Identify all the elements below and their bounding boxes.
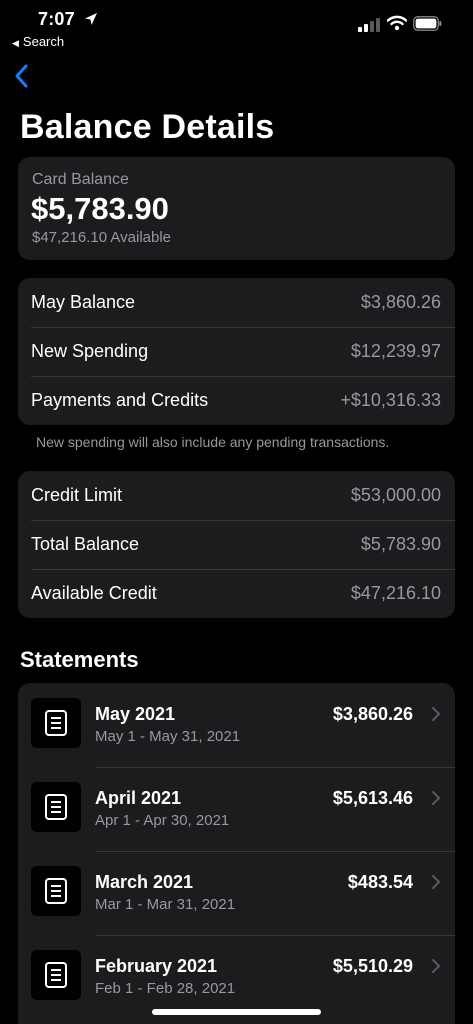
summary-row-payments-credits: Payments and Credits +$10,316.33 [18, 376, 455, 425]
credit-summary-list: Credit Limit $53,000.00 Total Balance $5… [18, 471, 455, 618]
back-to-app-link[interactable]: ◀ Search [12, 34, 64, 49]
back-chevron-icon[interactable] [12, 62, 32, 90]
battery-icon [413, 16, 442, 31]
available-amount: $47,216.10 Available [32, 229, 172, 246]
row-value: +$10,316.33 [340, 390, 441, 410]
balance-summary-list: May Balance $3,860.26 New Spending $12,2… [18, 278, 455, 425]
statement-document-icon [31, 950, 81, 1000]
row-value: $3,860.26 [360, 292, 441, 312]
statement-month: March 2021 [95, 872, 194, 892]
statement-month: May 2021 [95, 704, 176, 724]
statement-amount: $483.54 [347, 872, 413, 892]
statement-date-range: Apr 1 - Apr 30, 2021 [95, 812, 230, 829]
statement-amount: $5,510.29 [332, 956, 413, 976]
statement-amount: $5,613.46 [332, 788, 413, 808]
chevron-right-icon [432, 875, 440, 889]
row-label: Total Balance [31, 534, 140, 554]
cellular-signal-icon [358, 18, 380, 32]
credit-row-available: Available Credit $47,216.10 [18, 569, 455, 618]
statement-date-range: Feb 1 - Feb 28, 2021 [95, 980, 236, 997]
row-value: $47,216.10 [350, 583, 441, 603]
wifi-icon [387, 15, 407, 31]
row-label: New Spending [31, 341, 149, 361]
statement-amount: $3,860.26 [332, 704, 413, 724]
summary-row-new-spending: New Spending $12,239.97 [18, 327, 455, 376]
location-arrow-icon [85, 13, 97, 25]
home-indicator[interactable] [152, 1009, 321, 1015]
statements-list: May 2021 May 1 - May 31, 2021 $3,860.26 … [18, 683, 455, 1024]
statement-row-march-2021[interactable]: March 2021 Mar 1 - Mar 31, 2021 $483.54 [18, 851, 455, 935]
statement-month: April 2021 [95, 788, 182, 808]
card-balance-panel: Card Balance $5,783.90 $47,216.10 Availa… [18, 157, 455, 260]
row-label: May Balance [31, 292, 136, 312]
page-title: Balance Details [20, 108, 275, 146]
statement-month: February 2021 [95, 956, 218, 976]
back-app-label: Search [22, 34, 65, 49]
back-triangle-icon: ◀ [12, 38, 19, 48]
statement-row-may-2021[interactable]: May 2021 May 1 - May 31, 2021 $3,860.26 [18, 683, 455, 767]
status-bar: 7:07 ◀ Search [0, 0, 473, 56]
credit-row-total-balance: Total Balance $5,783.90 [18, 520, 455, 569]
credit-row-limit: Credit Limit $53,000.00 [18, 471, 455, 520]
statement-date-range: Mar 1 - Mar 31, 2021 [95, 896, 236, 913]
chevron-right-icon [432, 707, 440, 721]
chevron-right-icon [432, 791, 440, 805]
statement-date-range: May 1 - May 31, 2021 [95, 728, 241, 745]
row-value: $5,783.90 [360, 534, 441, 554]
status-time: 7:07 [38, 9, 75, 29]
pending-footnote: New spending will also include any pendi… [36, 434, 390, 450]
statement-document-icon [31, 866, 81, 916]
chevron-right-icon [432, 959, 440, 973]
statement-row-april-2021[interactable]: April 2021 Apr 1 - Apr 30, 2021 $5,613.4… [18, 767, 455, 851]
card-balance-amount: $5,783.90 [31, 191, 169, 226]
row-value: $12,239.97 [350, 341, 441, 361]
statements-heading: Statements [20, 647, 139, 672]
statement-row-february-2021[interactable]: February 2021 Feb 1 - Feb 28, 2021 $5,51… [18, 935, 455, 1019]
row-label: Credit Limit [31, 485, 123, 505]
statement-document-icon [31, 782, 81, 832]
row-label: Payments and Credits [31, 390, 209, 410]
statement-document-icon [31, 698, 81, 748]
summary-row-may-balance: May Balance $3,860.26 [18, 278, 455, 327]
row-label: Available Credit [31, 583, 157, 603]
row-value: $53,000.00 [350, 485, 441, 505]
card-balance-label: Card Balance [32, 171, 129, 188]
